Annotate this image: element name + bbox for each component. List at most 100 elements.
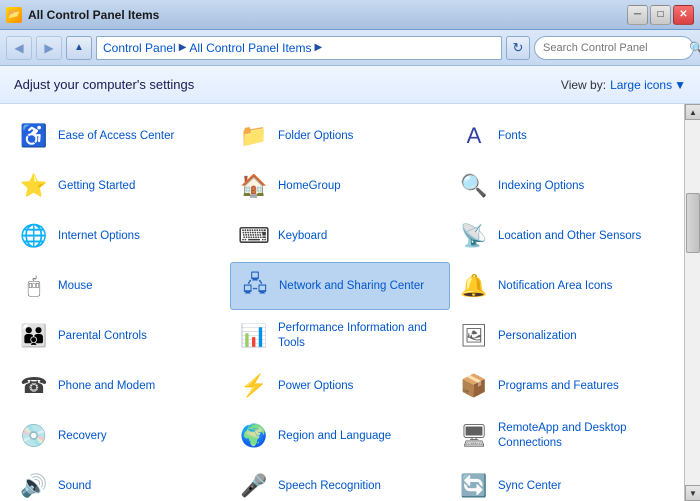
item-label-ease-of-access: Ease of Access Center	[58, 129, 174, 144]
item-icon-personalization: 🖼	[458, 320, 490, 352]
item-icon-remoteapp: 🖥	[458, 420, 490, 452]
item-label-phone-modem: Phone and Modem	[58, 379, 155, 394]
item-label-keyboard: Keyboard	[278, 229, 327, 244]
item-label-notification-icons: Notification Area Icons	[498, 279, 612, 294]
search-input[interactable]	[543, 42, 685, 54]
item-icon-sound: 🔊	[18, 470, 50, 501]
item-icon-keyboard: ⌨	[238, 220, 270, 252]
control-item-recovery[interactable]: 💿 Recovery	[10, 412, 230, 460]
scrollbar: ▲ ▼	[684, 104, 700, 501]
item-icon-parental-controls: 👪	[18, 320, 50, 352]
main-area: Adjust your computer's settings View by:…	[0, 66, 700, 501]
control-item-performance[interactable]: 📊Performance Information and Tools	[230, 312, 450, 360]
control-item-location-sensors[interactable]: 📡Location and Other Sensors	[450, 212, 670, 260]
item-icon-indexing-options: 🔍	[458, 170, 490, 202]
item-icon-performance: 📊	[238, 320, 270, 352]
item-icon-fonts: A	[458, 120, 490, 152]
item-icon-homegroup: 🏠	[238, 170, 270, 202]
search-bar: 🔍	[534, 36, 694, 60]
control-item-network-sharing[interactable]: 🖧 Network and Sharing Center	[230, 262, 450, 310]
item-label-region-language: Region and Language	[278, 429, 391, 444]
item-icon-recovery: 💿	[18, 420, 50, 452]
items-grid: ♿Ease of Access Center📁 Folder Options A Fo…	[10, 112, 670, 501]
view-mode-label: Large icons	[610, 78, 672, 92]
control-item-programs-features[interactable]: 📦 Programs and Features	[450, 362, 670, 410]
item-label-recovery: Recovery	[58, 429, 107, 444]
control-item-notification-icons[interactable]: 🔔 Notification Area Icons	[450, 262, 670, 310]
control-item-sync-center[interactable]: 🔄 Sync Center	[450, 462, 670, 501]
items-area: ♿Ease of Access Center📁 Folder Options A Fo…	[0, 104, 684, 501]
item-label-power-options: Power Options	[278, 379, 353, 394]
breadcrumb-item-allitems[interactable]: All Control Panel Items	[189, 41, 311, 55]
item-icon-power-options: ⚡	[238, 370, 270, 402]
title-bar: 📂 All Control Panel Items ─ □ ✕	[0, 0, 700, 30]
minimize-button[interactable]: ─	[627, 5, 648, 25]
scrollbar-track-inner	[685, 120, 700, 485]
breadcrumb-item-controlpanel[interactable]: Control Panel	[103, 41, 176, 55]
item-icon-mouse: 🖱	[18, 270, 50, 302]
breadcrumb-end-arrow: ▶	[314, 42, 322, 53]
item-label-sync-center: Sync Center	[498, 479, 561, 494]
scrollbar-up-button[interactable]: ▲	[685, 104, 700, 120]
control-item-fonts[interactable]: A Fonts	[450, 112, 670, 160]
scrollbar-thumb[interactable]	[686, 193, 700, 253]
control-item-sound[interactable]: 🔊 Sound	[10, 462, 230, 501]
control-item-region-language[interactable]: 🌍 Region and Language	[230, 412, 450, 460]
view-by-label: View by:	[561, 78, 606, 92]
control-item-mouse[interactable]: 🖱 Mouse	[10, 262, 230, 310]
control-item-internet-options[interactable]: 🌐 Internet Options	[10, 212, 230, 260]
item-icon-folder-options: 📁	[238, 120, 270, 152]
item-icon-programs-features: 📦	[458, 370, 490, 402]
window-icon: 📂	[6, 7, 22, 23]
item-label-mouse: Mouse	[58, 279, 93, 294]
control-item-folder-options[interactable]: 📁 Folder Options	[230, 112, 450, 160]
forward-button[interactable]: ▶	[36, 36, 62, 60]
item-icon-network-sharing: 🖧	[239, 270, 271, 302]
item-label-network-sharing: Network and Sharing Center	[279, 279, 424, 294]
window-controls: ─ □ ✕	[627, 5, 694, 25]
item-icon-internet-options: 🌐	[18, 220, 50, 252]
control-item-indexing-options[interactable]: 🔍Indexing Options	[450, 162, 670, 210]
control-item-power-options[interactable]: ⚡ Power Options	[230, 362, 450, 410]
view-mode-selector[interactable]: Large icons ▼	[610, 78, 686, 92]
control-item-homegroup[interactable]: 🏠 HomeGroup	[230, 162, 450, 210]
item-label-fonts: Fonts	[498, 129, 527, 144]
refresh-button[interactable]: ↻	[506, 36, 530, 60]
search-icon: 🔍	[689, 41, 700, 55]
item-label-getting-started: Getting Started	[58, 179, 135, 194]
item-label-speech-recognition: Speech Recognition	[278, 479, 381, 494]
control-item-speech-recognition[interactable]: 🎤 Speech Recognition	[230, 462, 450, 501]
item-icon-notification-icons: 🔔	[458, 270, 490, 302]
content-wrapper: ♿Ease of Access Center📁 Folder Options A Fo…	[0, 104, 700, 501]
item-label-parental-controls: Parental Controls	[58, 329, 147, 344]
view-mode-dropdown-icon: ▼	[674, 78, 686, 92]
item-icon-getting-started: ⭐	[18, 170, 50, 202]
item-label-sound: Sound	[58, 479, 91, 494]
scrollbar-down-button[interactable]: ▼	[685, 485, 700, 501]
item-label-remoteapp: RemoteApp and Desktop Connections	[498, 421, 662, 451]
content-header: Adjust your computer's settings View by:…	[0, 66, 700, 104]
item-icon-region-language: 🌍	[238, 420, 270, 452]
control-item-getting-started[interactable]: ⭐ Getting Started	[10, 162, 230, 210]
item-label-programs-features: Programs and Features	[498, 379, 619, 394]
item-icon-sync-center: 🔄	[458, 470, 490, 501]
breadcrumb[interactable]: Control Panel ▶ All Control Panel Items …	[96, 36, 502, 60]
close-button[interactable]: ✕	[673, 5, 694, 25]
control-item-ease-of-access[interactable]: ♿Ease of Access Center	[10, 112, 230, 160]
item-label-internet-options: Internet Options	[58, 229, 140, 244]
breadcrumb-separator: ▶	[179, 42, 187, 53]
up-button[interactable]: ▲	[66, 36, 92, 60]
control-item-keyboard[interactable]: ⌨ Keyboard	[230, 212, 450, 260]
item-icon-location-sensors: 📡	[458, 220, 490, 252]
item-icon-speech-recognition: 🎤	[238, 470, 270, 501]
title-bar-left: 📂 All Control Panel Items	[6, 7, 159, 23]
control-item-personalization[interactable]: 🖼 Personalization	[450, 312, 670, 360]
item-label-personalization: Personalization	[498, 329, 577, 344]
back-button[interactable]: ◀	[6, 36, 32, 60]
maximize-button[interactable]: □	[650, 5, 671, 25]
control-item-remoteapp[interactable]: 🖥 RemoteApp and Desktop Connections	[450, 412, 670, 460]
item-label-homegroup: HomeGroup	[278, 179, 341, 194]
item-label-folder-options: Folder Options	[278, 129, 353, 144]
control-item-parental-controls[interactable]: 👪 Parental Controls	[10, 312, 230, 360]
control-item-phone-modem[interactable]: ☎Phone and Modem	[10, 362, 230, 410]
